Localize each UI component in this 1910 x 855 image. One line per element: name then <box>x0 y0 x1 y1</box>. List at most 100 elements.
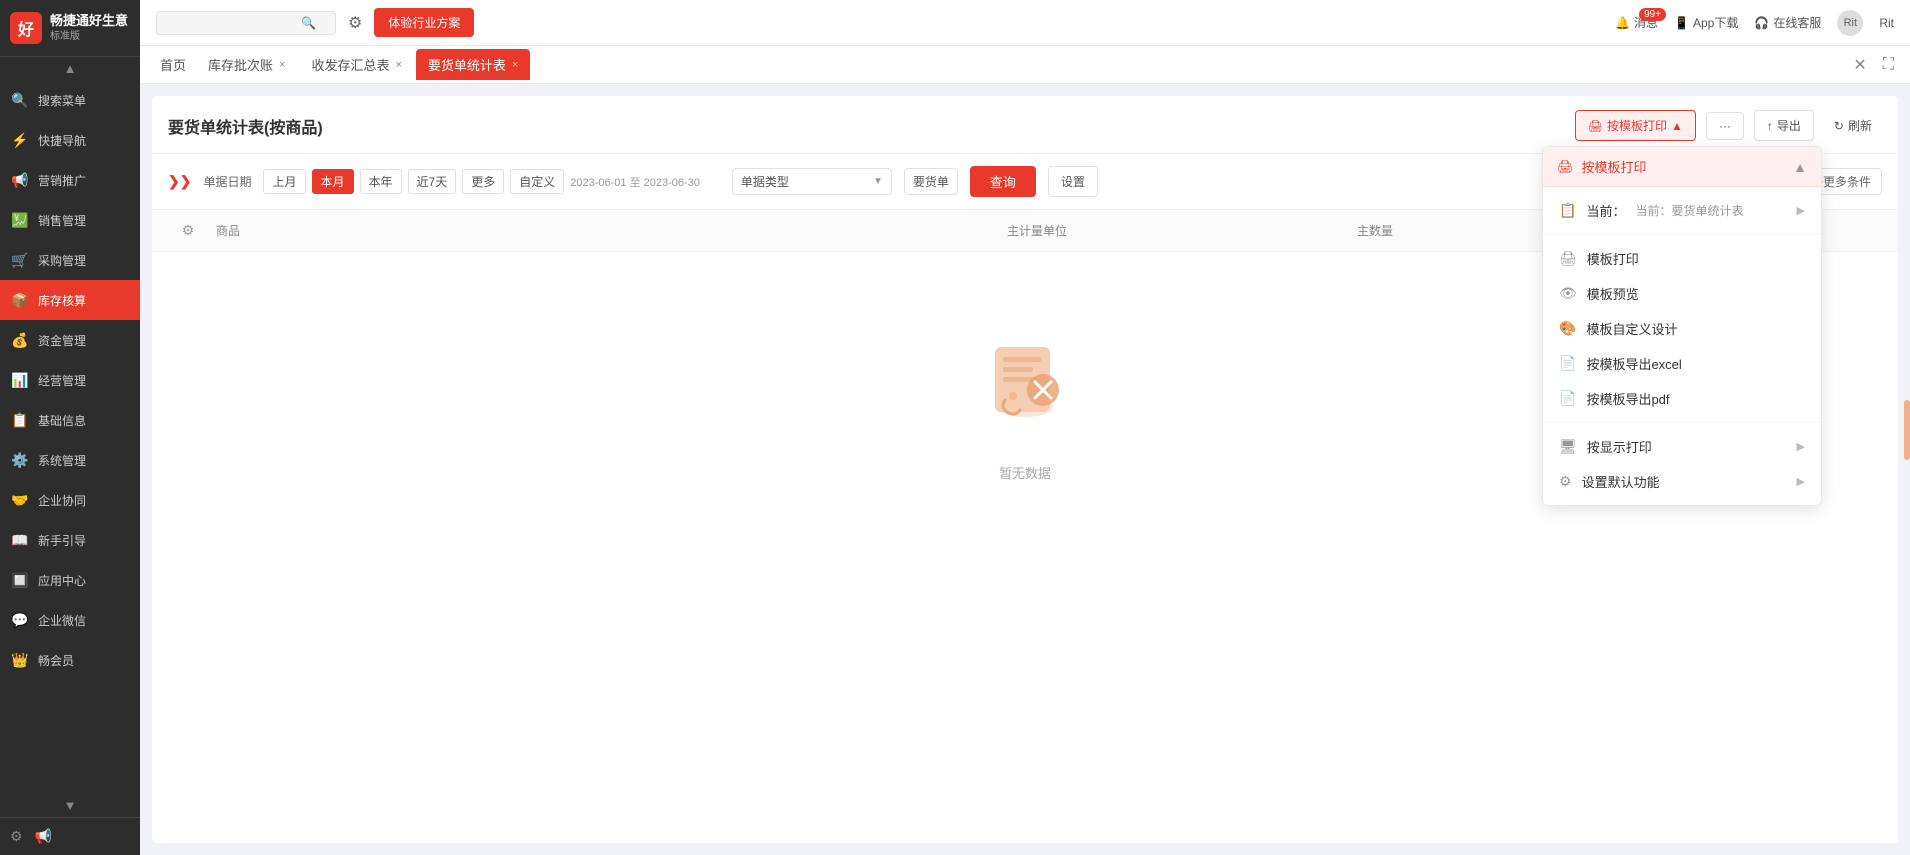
sidebar-scroll-down[interactable]: ▼ <box>0 794 140 817</box>
sidebar-item-quick-nav[interactable]: ⚡ 快捷导航 <box>0 120 140 160</box>
date-btn-this-year[interactable]: 本年 <box>360 169 402 194</box>
refresh-btn[interactable]: ↻ 刷新 <box>1824 111 1882 140</box>
dropdown-template-export-excel[interactable]: 📄 按模板导出excel <box>1543 346 1821 381</box>
date-btn-last-month[interactable]: 上月 <box>263 169 305 194</box>
sidebar-item-operations[interactable]: 📊 经营管理 <box>0 360 140 400</box>
print-dropdown-close-btn[interactable]: ▲ <box>1793 159 1807 175</box>
current-template-icon: 📋 <box>1559 202 1576 219</box>
settings-bottom-icon[interactable]: ⚙ <box>10 828 23 845</box>
query-btn[interactable]: 查询 <box>970 166 1036 197</box>
inventory-batch-label: 库存批次账 <box>208 55 273 74</box>
header-gear-icon[interactable]: ⚙ <box>348 13 362 33</box>
tab-home[interactable]: 首页 <box>152 49 194 80</box>
notifications-btn[interactable]: 🔔 消息 99+ <box>1615 14 1658 31</box>
right-scrollbar-thumb[interactable] <box>1904 400 1910 460</box>
date-btn-last-7-days[interactable]: 近7天 <box>408 169 457 194</box>
speaker-bottom-icon[interactable]: 📢 <box>35 828 52 845</box>
dropdown-template-preview[interactable]: 👁 模板预览 <box>1543 276 1821 311</box>
print-template-btn[interactable]: 🖨 按模板打印 ▲ <box>1575 110 1696 141</box>
dropdown-template-print[interactable]: 🖨 模板打印 <box>1543 241 1821 276</box>
template-design-label: 模板自定义设计 <box>1586 319 1677 338</box>
export-btn[interactable]: ↑ 导出 <box>1754 110 1814 141</box>
empty-state-text: 暂无数据 <box>999 463 1051 482</box>
filter-expand-icon[interactable]: ❯❯ <box>168 173 191 190</box>
table-settings-gear-icon[interactable]: ⚙ <box>182 222 195 238</box>
tab-collapse-btn[interactable]: ✕ <box>1849 51 1870 79</box>
date-btn-this-month[interactable]: 本月 <box>312 169 354 194</box>
template-export-excel-label: 按模板导出excel <box>1586 354 1681 373</box>
quick-nav-icon: ⚡ <box>10 130 30 150</box>
date-btn-custom[interactable]: 自定义 <box>510 169 564 194</box>
home-tab-label: 首页 <box>160 55 186 74</box>
page-header: 要货单统计表(按商品) 🖨 按模板打印 ▲ ··· ↑ 导出 <box>152 96 1898 154</box>
dropdown-display-print[interactable]: 🖥 按显示打印 ▶ <box>1543 429 1821 464</box>
tab-close-receipt-summary[interactable]: × <box>395 59 401 71</box>
sidebar-scroll-up[interactable]: ▲ <box>0 57 140 80</box>
top-header: 🔍 ⚙ 体验行业方案 🔔 消息 99+ 📱 App下载 🎧 在线客服 Rit <box>140 0 1910 46</box>
sidebar-item-enterprise[interactable]: 🤝 企业协同 <box>0 480 140 520</box>
template-print-label: 模板打印 <box>1587 249 1639 268</box>
search-input[interactable] <box>167 16 297 30</box>
template-preview-icon: 👁 <box>1559 285 1577 302</box>
print-dropdown-title-text: 按模板打印 <box>1582 157 1647 176</box>
date-btn-more[interactable]: 更多 <box>462 169 504 194</box>
sidebar-bottom: ⚙ 📢 <box>0 817 140 855</box>
username-label[interactable]: Rit <box>1879 16 1894 30</box>
template-preview-label: 模板预览 <box>1587 284 1639 303</box>
sidebar-app-center-label: 应用中心 <box>38 572 86 589</box>
enterprise-wechat-icon: 💬 <box>10 610 30 630</box>
dropdown-template-design[interactable]: 🎨 模板自定义设计 <box>1543 311 1821 346</box>
th-qty: 主数量 <box>1206 218 1544 243</box>
dropdown-template-export-pdf[interactable]: 📄 按模板导出pdf <box>1543 381 1821 416</box>
sidebar-item-basic[interactable]: 📋 基础信息 <box>0 400 140 440</box>
print-template-label: 按模板打印 <box>1607 117 1667 134</box>
top-search-bar[interactable]: 🔍 <box>156 11 336 35</box>
sidebar-item-app-center[interactable]: 🔲 应用中心 <box>0 560 140 600</box>
tab-close-inventory-batch[interactable]: × <box>279 59 285 71</box>
sidebar-item-system[interactable]: ⚙️ 系统管理 <box>0 440 140 480</box>
app-download-btn[interactable]: 📱 App下载 <box>1674 14 1738 31</box>
app-download-label: App下载 <box>1693 14 1738 31</box>
sidebar-item-guide[interactable]: 📖 新手引导 <box>0 520 140 560</box>
type-filter-label-text: 单据类型 <box>741 173 789 190</box>
user-avatar-btn[interactable]: Rit <box>1837 10 1863 36</box>
dropdown-main-section: 🖨 模板打印 👁 模板预览 🎨 模板自定义设计 <box>1543 235 1821 423</box>
app-logo-icon: 好 <box>10 12 42 44</box>
type-filter-select[interactable]: 单据类型 ▼ <box>732 168 892 195</box>
dropdown-extra-section: 🖥 按显示打印 ▶ ⚙ 设置默认功能 ▶ <box>1543 423 1821 505</box>
sidebar-guide-label: 新手引导 <box>38 532 86 549</box>
tab-order-stats[interactable]: 要货单统计表 × <box>416 49 530 80</box>
sidebar-item-search[interactable]: 🔍 搜索菜单 <box>0 80 140 120</box>
sidebar-item-enterprise-wechat[interactable]: 💬 企业微信 <box>0 600 140 640</box>
sidebar-item-membership[interactable]: 👑 畅会员 <box>0 640 140 680</box>
sidebar-item-finance[interactable]: 💰 资金管理 <box>0 320 140 360</box>
marketing-icon: 📢 <box>10 170 30 190</box>
tab-close-order-stats[interactable]: × <box>512 59 518 71</box>
sidebar-item-sales[interactable]: 💹 销售管理 <box>0 200 140 240</box>
username-text: Rit <box>1879 16 1894 30</box>
refresh-label: 刷新 <box>1848 117 1872 134</box>
sales-icon: 💹 <box>10 210 30 230</box>
brand-name: 畅捷通好生意 <box>50 12 128 30</box>
sidebar-marketing-label: 营销推广 <box>38 172 86 189</box>
print-dropdown-title-icon: 🖨 <box>1557 159 1574 175</box>
sidebar-item-purchase[interactable]: 🛒 采购管理 <box>0 240 140 280</box>
th-unit: 主计量单位 <box>868 218 1206 243</box>
more-actions-btn[interactable]: ··· <box>1706 112 1744 140</box>
sidebar-basic-label: 基础信息 <box>38 412 86 429</box>
download-icon: 📱 <box>1674 16 1689 30</box>
customer-service-btn[interactable]: 🎧 在线客服 <box>1754 14 1821 31</box>
sidebar-membership-label: 畅会员 <box>38 652 74 669</box>
tab-inventory-batch[interactable]: 库存批次账 × <box>196 49 297 80</box>
tab-expand-btn[interactable]: ⛶ <box>1879 52 1898 78</box>
tab-receipt-summary[interactable]: 收发存汇总表 × <box>299 49 413 80</box>
sidebar-item-marketing[interactable]: 📢 营销推广 <box>0 160 140 200</box>
filter-settings-btn[interactable]: 设置 <box>1048 166 1098 197</box>
refresh-icon: ↻ <box>1834 119 1844 133</box>
sidebar-sales-label: 销售管理 <box>38 212 86 229</box>
dropdown-set-default[interactable]: ⚙ 设置默认功能 ▶ <box>1543 464 1821 499</box>
sidebar-item-inventory[interactable]: 📦 库存核算 <box>0 280 140 320</box>
trial-btn[interactable]: 体验行业方案 <box>374 8 474 37</box>
type-tag-filter[interactable]: 要货单 <box>904 168 958 195</box>
dropdown-current-template[interactable]: 📋 当前： 当前：要货单统计表 ▶ <box>1543 193 1821 228</box>
